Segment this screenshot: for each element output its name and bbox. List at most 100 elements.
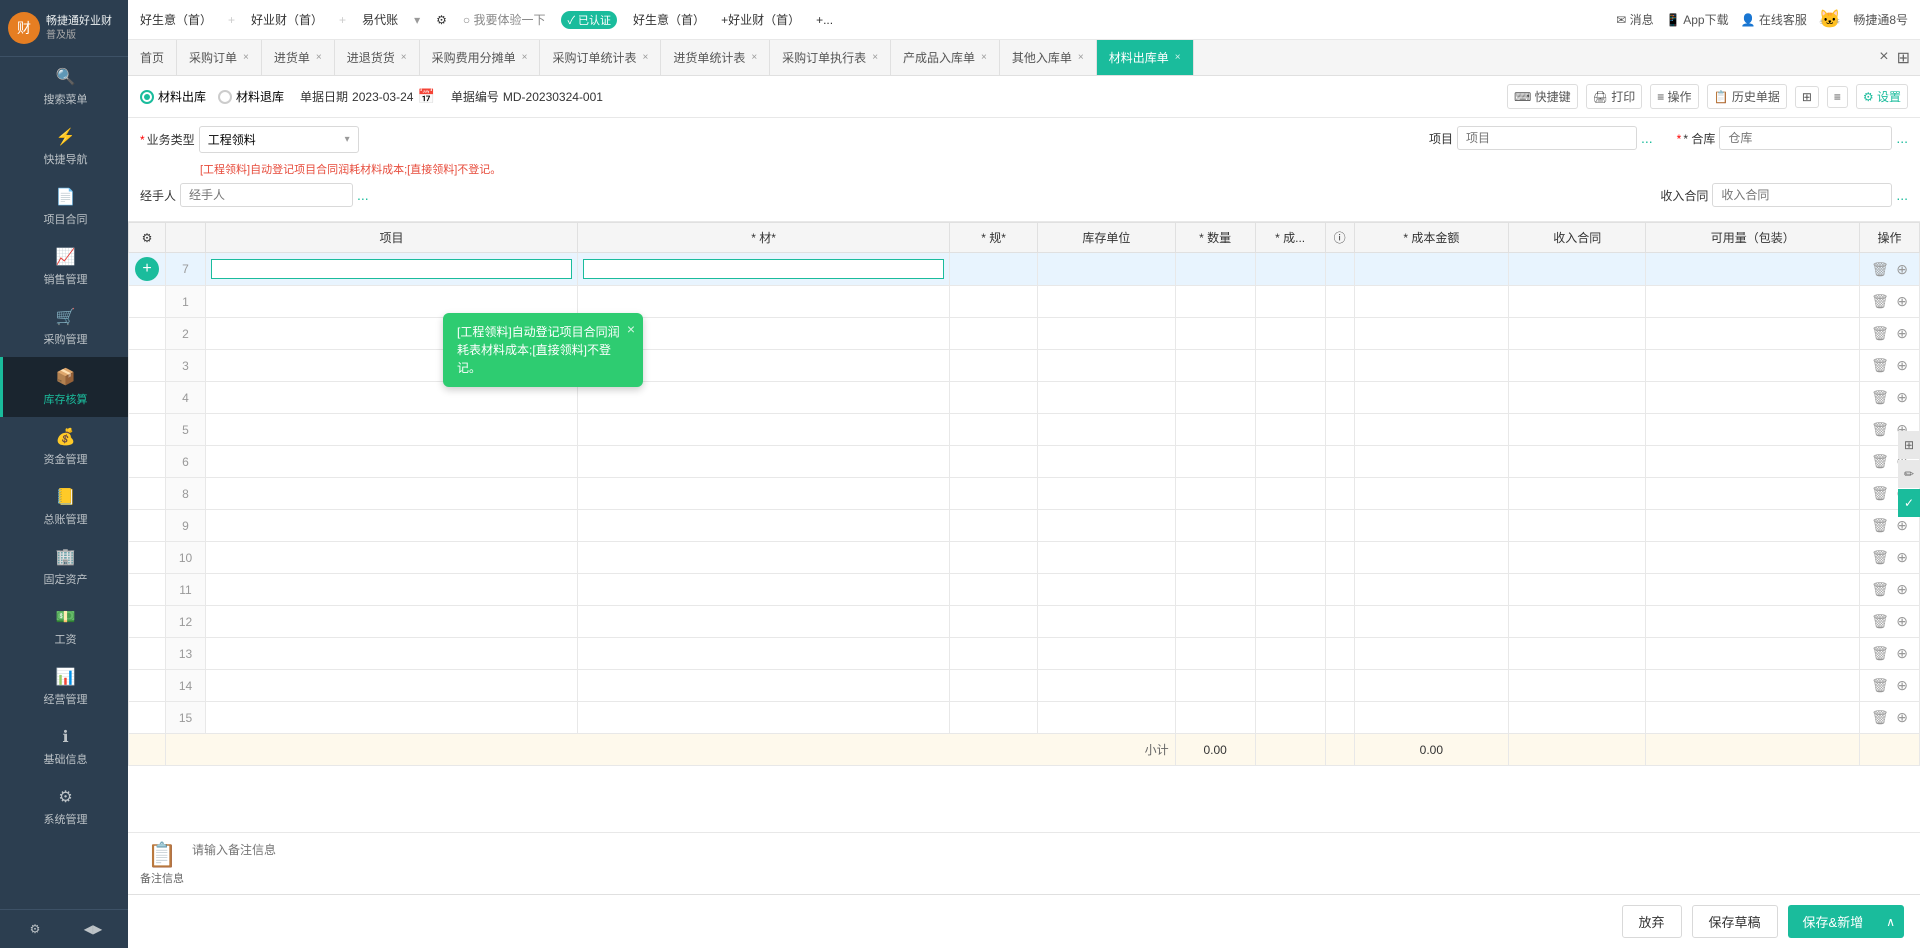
row-spec-6[interactable] — [950, 446, 1038, 478]
row-spec-9[interactable] — [950, 510, 1038, 542]
sidebar-item-purchase[interactable]: 🛒 采购管理 — [0, 297, 128, 357]
row-delete-btn-11[interactable]: 🗑 — [1871, 581, 1889, 597]
topbar-message-btn[interactable]: ✉ 消息 — [1616, 11, 1653, 28]
row-income-contract-5[interactable] — [1509, 414, 1646, 446]
row-qty-4[interactable] — [1175, 382, 1255, 414]
tab-purchase-return[interactable]: 进退货货 × — [335, 40, 420, 76]
row-qty-12[interactable] — [1175, 606, 1255, 638]
row-cost-amount-11[interactable] — [1354, 574, 1508, 606]
row-cost-2[interactable] — [1255, 318, 1325, 350]
sidebar-item-quick[interactable]: ⚡ 快捷导航 — [0, 117, 128, 177]
row-unit-9[interactable] — [1038, 510, 1175, 542]
tab-purchase-in-stats[interactable]: 进货单统计表 × — [661, 40, 770, 76]
sidebar-item-inventory[interactable]: 📦 库存核算 — [0, 357, 128, 417]
discard-btn[interactable]: 放弃 — [1622, 905, 1682, 938]
topnav-settings-icon[interactable]: ⚙ — [436, 13, 447, 27]
sidebar-item-finance[interactable]: 💰 资金管理 — [0, 417, 128, 477]
view-toggle-list-btn[interactable]: ≡ — [1827, 86, 1848, 108]
project-dots-btn[interactable]: ... — [1641, 130, 1653, 146]
row-delete-btn-2[interactable]: 🗑 — [1871, 325, 1889, 341]
sidebar-item-search[interactable]: 🔍 搜索菜单 — [0, 57, 128, 117]
row-copy-btn-10[interactable]: ⊕ — [1896, 549, 1908, 565]
row-copy-btn-12[interactable]: ⊕ — [1896, 613, 1908, 629]
row-qty-8[interactable] — [1175, 478, 1255, 510]
row-unit-8[interactable] — [1038, 478, 1175, 510]
row-available-7[interactable] — [1646, 253, 1860, 286]
row-project-7[interactable] — [206, 253, 578, 286]
sidebar-item-project[interactable]: 📄 项目合同 — [0, 177, 128, 237]
row-cost-6[interactable] — [1255, 446, 1325, 478]
business-type-select[interactable]: 工程领料 ▾ — [199, 126, 359, 153]
row-spec-3[interactable] — [950, 350, 1038, 382]
agent-dots-btn[interactable]: ... — [357, 187, 369, 203]
row-material-7[interactable] — [578, 253, 950, 286]
row-unit-10[interactable] — [1038, 542, 1175, 574]
row-spec-4[interactable] — [950, 382, 1038, 414]
row-unit-11[interactable] — [1038, 574, 1175, 606]
tab-material-out[interactable]: 材料出库单 × — [1097, 40, 1194, 76]
radio-material-back[interactable]: 材料退库 — [218, 88, 284, 105]
topnav-item-3[interactable]: 易代账 — [362, 11, 398, 28]
row-available-10[interactable] — [1646, 542, 1860, 574]
row-cost-5[interactable] — [1255, 414, 1325, 446]
row-spec-2[interactable] — [950, 318, 1038, 350]
row-unit-3[interactable] — [1038, 350, 1175, 382]
row-unit-12[interactable] — [1038, 606, 1175, 638]
row-qty-7[interactable] — [1175, 253, 1255, 286]
tab-purchase-expense[interactable]: 采购费用分摊单 × — [420, 40, 541, 76]
row-unit-5[interactable] — [1038, 414, 1175, 446]
row-material-14[interactable] — [578, 670, 950, 702]
row-material-8[interactable] — [578, 478, 950, 510]
row-income-contract-4[interactable] — [1509, 382, 1646, 414]
row-income-contract-12[interactable] — [1509, 606, 1646, 638]
tab-purchase-exec[interactable]: 采购订单执行表 × — [770, 40, 891, 76]
row-qty-2[interactable] — [1175, 318, 1255, 350]
row-available-15[interactable] — [1646, 702, 1860, 734]
row-material-9[interactable] — [578, 510, 950, 542]
row-cost-amount-13[interactable] — [1354, 638, 1508, 670]
row-spec-8[interactable] — [950, 478, 1038, 510]
save-new-btn[interactable]: 保存&新增 — [1788, 905, 1878, 938]
tab-close-purchase-in[interactable]: × — [316, 52, 322, 63]
tab-close-product-in[interactable]: × — [981, 52, 987, 63]
tab-other-in[interactable]: 其他入库单 × — [1000, 40, 1097, 76]
row-unit-14[interactable] — [1038, 670, 1175, 702]
row-spec-5[interactable] — [950, 414, 1038, 446]
history-btn[interactable]: 📋 历史单据 — [1707, 84, 1787, 109]
row-cost-amount-1[interactable] — [1354, 286, 1508, 318]
row-cost-13[interactable] — [1255, 638, 1325, 670]
tab-close-purchase-order[interactable]: × — [243, 52, 249, 63]
row-copy-btn-4[interactable]: ⊕ — [1896, 389, 1908, 405]
row-delete-btn-4[interactable]: 🗑 — [1871, 389, 1889, 405]
collapse-btn[interactable]: ◀▶ — [66, 918, 120, 940]
row-delete-btn-12[interactable]: 🗑 — [1871, 613, 1889, 629]
row-qty-15[interactable] — [1175, 702, 1255, 734]
row-spec-12[interactable] — [950, 606, 1038, 638]
row-delete-btn-1[interactable]: 🗑 — [1871, 293, 1889, 309]
tab-purchase-order[interactable]: 采购订单 × — [177, 40, 262, 76]
settings-bottom-btn[interactable]: ⚙ — [8, 918, 62, 940]
row-spec-11[interactable] — [950, 574, 1038, 606]
row-delete-btn-5[interactable]: 🗑 — [1871, 421, 1889, 437]
row-cost-amount-15[interactable] — [1354, 702, 1508, 734]
row-copy-btn-15[interactable]: ⊕ — [1896, 709, 1908, 725]
operation-btn[interactable]: ≡ 操作 — [1650, 84, 1698, 109]
row-delete-btn-10[interactable]: 🗑 — [1871, 549, 1889, 565]
row-cost-amount-7[interactable] — [1354, 253, 1508, 286]
row-material-13[interactable] — [578, 638, 950, 670]
row-project-5[interactable] — [206, 414, 578, 446]
topbar-app-download-btn[interactable]: 📱 App下载 — [1666, 11, 1729, 28]
row-cost-11[interactable] — [1255, 574, 1325, 606]
row-spec-7[interactable] — [950, 253, 1038, 286]
right-toolbar-btn-2[interactable]: ✏ — [1898, 460, 1920, 488]
row-spec-13[interactable] — [950, 638, 1038, 670]
calendar-icon[interactable]: 📅 — [417, 88, 434, 105]
row-available-12[interactable] — [1646, 606, 1860, 638]
row-cost-amount-10[interactable] — [1354, 542, 1508, 574]
row-project-9[interactable] — [206, 510, 578, 542]
row-project-15[interactable] — [206, 702, 578, 734]
row-income-contract-9[interactable] — [1509, 510, 1646, 542]
tab-close-purchase-stats[interactable]: × — [642, 52, 648, 63]
row-unit-7[interactable] — [1038, 253, 1175, 286]
row-qty-11[interactable] — [1175, 574, 1255, 606]
